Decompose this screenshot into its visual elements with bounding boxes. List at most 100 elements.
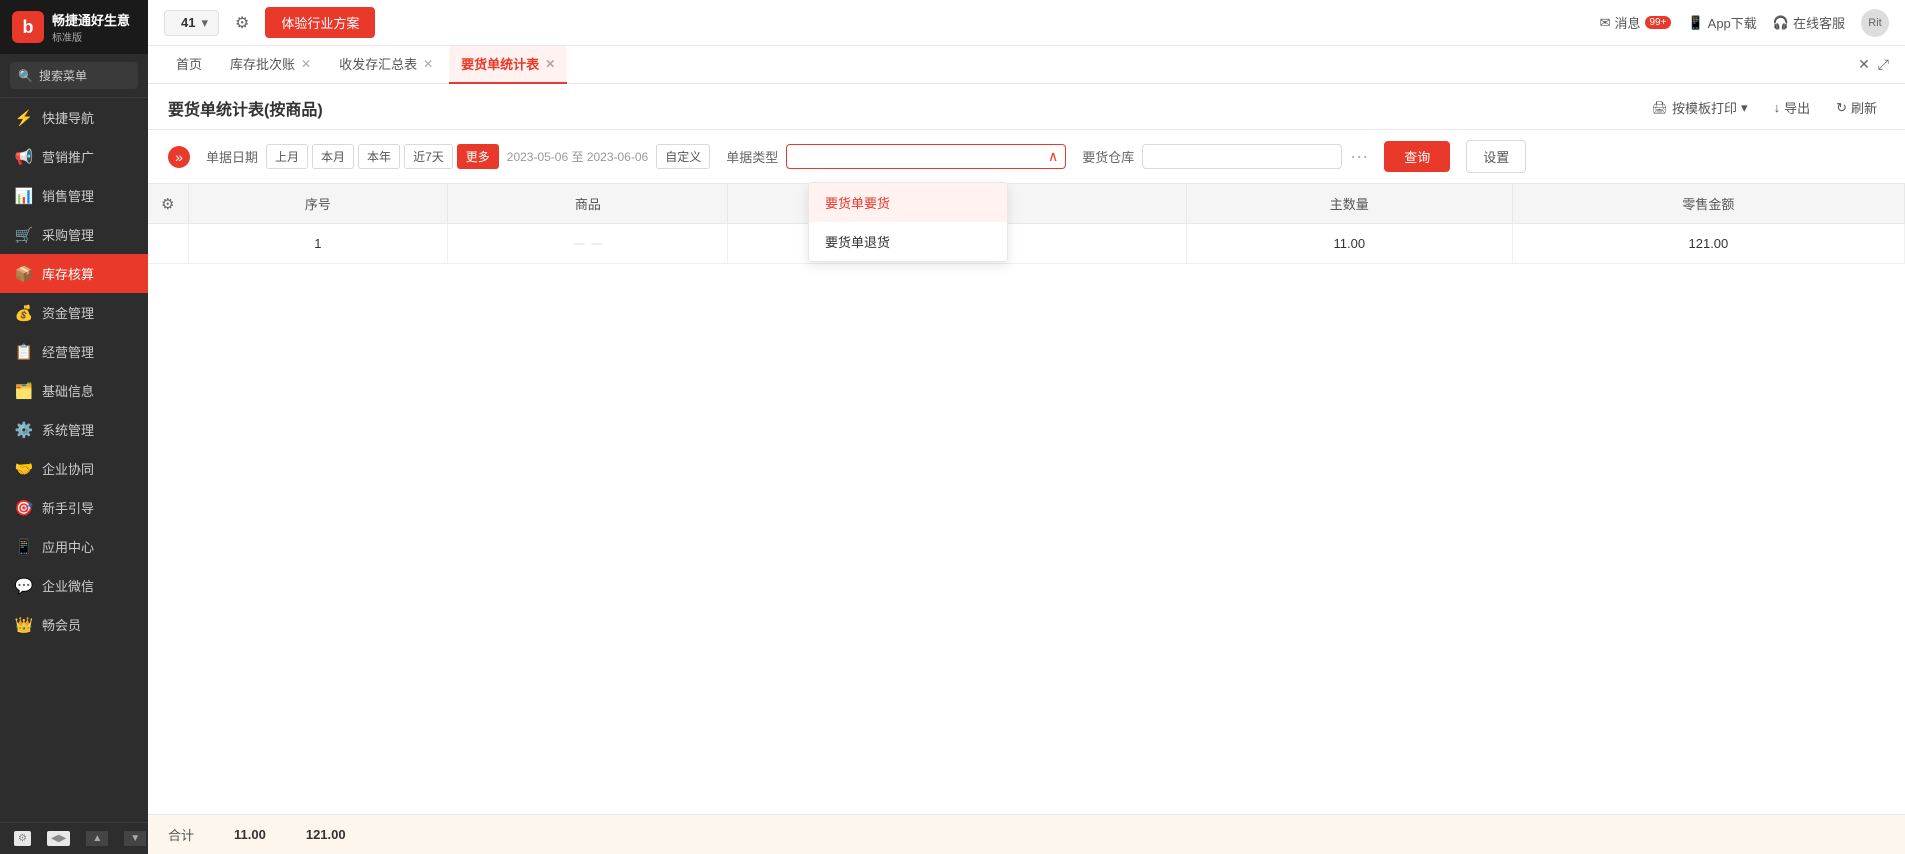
wechat-icon: 💬 xyxy=(14,577,34,595)
dropdown-item-order-return[interactable]: 要货单退货 xyxy=(809,222,1007,261)
sidebar-item-system[interactable]: ⚙️ 系统管理 xyxy=(0,410,148,449)
main-content: 41 ▾ ⚙ 体验行业方案 ✉ 消息 99+ 📱 App下载 🎧 在线客服 Ri… xyxy=(148,0,1905,854)
tab-order-stats[interactable]: 要货单统计表 ✕ xyxy=(449,46,567,84)
col-no: 序号 xyxy=(188,184,448,224)
sidebar-item-label: 营销推广 xyxy=(42,147,94,166)
sidebar-item-label: 应用中心 xyxy=(42,537,94,556)
header-left: 41 ▾ ⚙ 体验行业方案 xyxy=(164,7,375,38)
date-this-month-button[interactable]: 本月 xyxy=(312,144,354,169)
logo-text: 畅捷通好生意 标准版 xyxy=(52,10,130,44)
app-download-icon: 📱 xyxy=(1687,15,1703,31)
date-last-7-days-button[interactable]: 近7天 xyxy=(404,144,453,169)
tabs-actions: ✕ ⤢ xyxy=(1858,56,1889,73)
more-filter-button[interactable]: ··· xyxy=(1350,146,1368,167)
system-icon: ⚙️ xyxy=(14,421,34,439)
tab-order-stats-close[interactable]: ✕ xyxy=(545,57,555,71)
tab-home[interactable]: 首页 xyxy=(164,46,214,84)
warehouse-filter-input[interactable] xyxy=(1142,144,1342,169)
app-download-action[interactable]: 📱 App下载 xyxy=(1687,13,1756,32)
refresh-label: 刷新 xyxy=(1851,98,1877,117)
sidebar-item-app-center[interactable]: 📱 应用中心 xyxy=(0,527,148,566)
column-settings-icon[interactable]: ⚙ xyxy=(161,196,174,213)
sidebar-item-inventory[interactable]: 📦 库存核算 xyxy=(0,254,148,293)
type-filter-input[interactable] xyxy=(786,144,1066,169)
sidebar-bottom: ⚙ ◀▶ ▲ ▼ xyxy=(0,822,148,854)
logo-icon: b xyxy=(12,11,44,43)
sidebar-item-label: 快捷导航 xyxy=(42,108,94,127)
online-service-label: 在线客服 xyxy=(1793,13,1845,32)
tab-inventory-batch-close[interactable]: ✕ xyxy=(301,57,311,71)
online-service-icon: 🎧 xyxy=(1773,15,1789,31)
messages-action[interactable]: ✉ 消息 99+ xyxy=(1600,13,1672,32)
tab-receive-summary-label: 收发存汇总表 xyxy=(339,54,417,73)
tab-receive-summary[interactable]: 收发存汇总表 ✕ xyxy=(327,46,445,84)
search-menu-label: 搜索菜单 xyxy=(39,67,87,84)
quick-nav-icon: ⚡ xyxy=(14,109,34,127)
tab-order-stats-label: 要货单统计表 xyxy=(461,54,539,73)
sidebar-item-enterprise[interactable]: 🤝 企业协同 xyxy=(0,449,148,488)
date-more-button[interactable]: 更多 xyxy=(457,144,499,169)
sidebar-item-quick-nav[interactable]: ⚡ 快捷导航 xyxy=(0,98,148,137)
page-header-actions: 🖨 按模板打印 ▾ ↓ 导出 ↻ 刷新 xyxy=(1644,94,1886,129)
dropdown-item-order-purchase[interactable]: 要货单要货 xyxy=(809,183,1007,222)
app-center-icon: 📱 xyxy=(14,538,34,556)
col-product: 商品 xyxy=(448,184,728,224)
sidebar-settings-button[interactable]: ⚙ xyxy=(14,831,31,846)
date-this-year-button[interactable]: 本年 xyxy=(358,144,400,169)
date-custom-button[interactable]: 自定义 xyxy=(656,144,710,169)
online-service-action[interactable]: 🎧 在线客服 xyxy=(1773,13,1845,32)
sidebar-item-basic-info[interactable]: 🗂️ 基础信息 xyxy=(0,371,148,410)
date-filter-label: 单据日期 xyxy=(206,147,258,166)
footer-amount: 121.00 xyxy=(306,827,346,842)
row-checkbox-cell xyxy=(148,224,188,264)
product-tag-1 xyxy=(573,243,585,245)
close-all-tabs-button[interactable]: ✕ xyxy=(1858,56,1870,73)
enterprise-icon: 🤝 xyxy=(14,460,34,478)
member-icon: 👑 xyxy=(14,616,34,634)
sidebar-item-label: 销售管理 xyxy=(42,186,94,205)
header-gear-button[interactable]: ⚙ xyxy=(231,9,253,37)
refresh-button[interactable]: ↻ 刷新 xyxy=(1828,94,1885,121)
sidebar-item-operations[interactable]: 📋 经营管理 xyxy=(0,332,148,371)
sidebar-item-label: 库存核算 xyxy=(42,264,94,283)
store-dropdown-arrow: ▾ xyxy=(201,15,208,31)
sidebar-item-guide[interactable]: 🎯 新手引导 xyxy=(0,488,148,527)
col-settings[interactable]: ⚙ xyxy=(148,184,188,224)
scroll-down-button[interactable]: ▼ xyxy=(124,831,146,846)
export-icon: ↓ xyxy=(1774,100,1781,115)
date-last-month-button[interactable]: 上月 xyxy=(266,144,308,169)
sidebar-item-finance[interactable]: 💰 资金管理 xyxy=(0,293,148,332)
sidebar-item-member[interactable]: 👑 畅会员 xyxy=(0,605,148,644)
type-filter-group: 单据类型 ∧ xyxy=(726,144,1066,169)
app-logo: b 畅捷通好生意 标准版 xyxy=(0,0,148,54)
expand-tabs-button[interactable]: ⤢ xyxy=(1878,56,1889,73)
export-button[interactable]: ↓ 导出 xyxy=(1766,94,1819,121)
tab-receive-summary-close[interactable]: ✕ xyxy=(423,57,433,71)
sidebar-collapse-button[interactable]: ◀▶ xyxy=(47,831,70,846)
filter-expand-button[interactable]: » xyxy=(168,146,190,168)
scroll-up-button[interactable]: ▲ xyxy=(86,831,108,846)
user-avatar[interactable]: Rit xyxy=(1861,9,1889,37)
app-edition: 标准版 xyxy=(52,29,130,44)
search-menu-button[interactable]: 🔍 搜索菜单 xyxy=(10,62,138,89)
sidebar-item-label: 系统管理 xyxy=(42,420,94,439)
sidebar-item-marketing[interactable]: 📢 营销推广 xyxy=(0,137,148,176)
filter-settings-button[interactable]: 设置 xyxy=(1466,140,1526,173)
filter-bar: » 单据日期 上月 本月 本年 近7天 更多 2023-05-06 至 2023… xyxy=(148,130,1905,184)
data-table: ⚙ 序号 商品 主计量单位 主数量 零售金额 1 xyxy=(148,184,1905,264)
store-selector[interactable]: 41 ▾ xyxy=(164,10,219,36)
messages-icon: ✉ xyxy=(1600,15,1611,31)
tab-inventory-batch[interactable]: 库存批次账 ✕ xyxy=(218,46,323,84)
page-header: 要货单统计表(按商品) 🖨 按模板打印 ▾ ↓ 导出 ↻ 刷新 xyxy=(148,84,1905,130)
sidebar-search-area: 🔍 搜索菜单 xyxy=(0,54,148,98)
sidebar-item-label: 企业微信 xyxy=(42,576,94,595)
sidebar: b 畅捷通好生意 标准版 🔍 搜索菜单 ⚡ 快捷导航 📢 营销推广 📊 销售管理… xyxy=(0,0,148,854)
sidebar-item-sales[interactable]: 📊 销售管理 xyxy=(0,176,148,215)
sidebar-item-purchase[interactable]: 🛒 采购管理 xyxy=(0,215,148,254)
type-filter-label: 单据类型 xyxy=(726,147,778,166)
table-footer: 合计 11.00 121.00 xyxy=(148,814,1905,854)
query-button[interactable]: 查询 xyxy=(1384,141,1450,172)
sidebar-item-wechat[interactable]: 💬 企业微信 xyxy=(0,566,148,605)
print-button[interactable]: 🖨 按模板打印 ▾ xyxy=(1644,94,1756,121)
promo-button[interactable]: 体验行业方案 xyxy=(265,7,375,38)
